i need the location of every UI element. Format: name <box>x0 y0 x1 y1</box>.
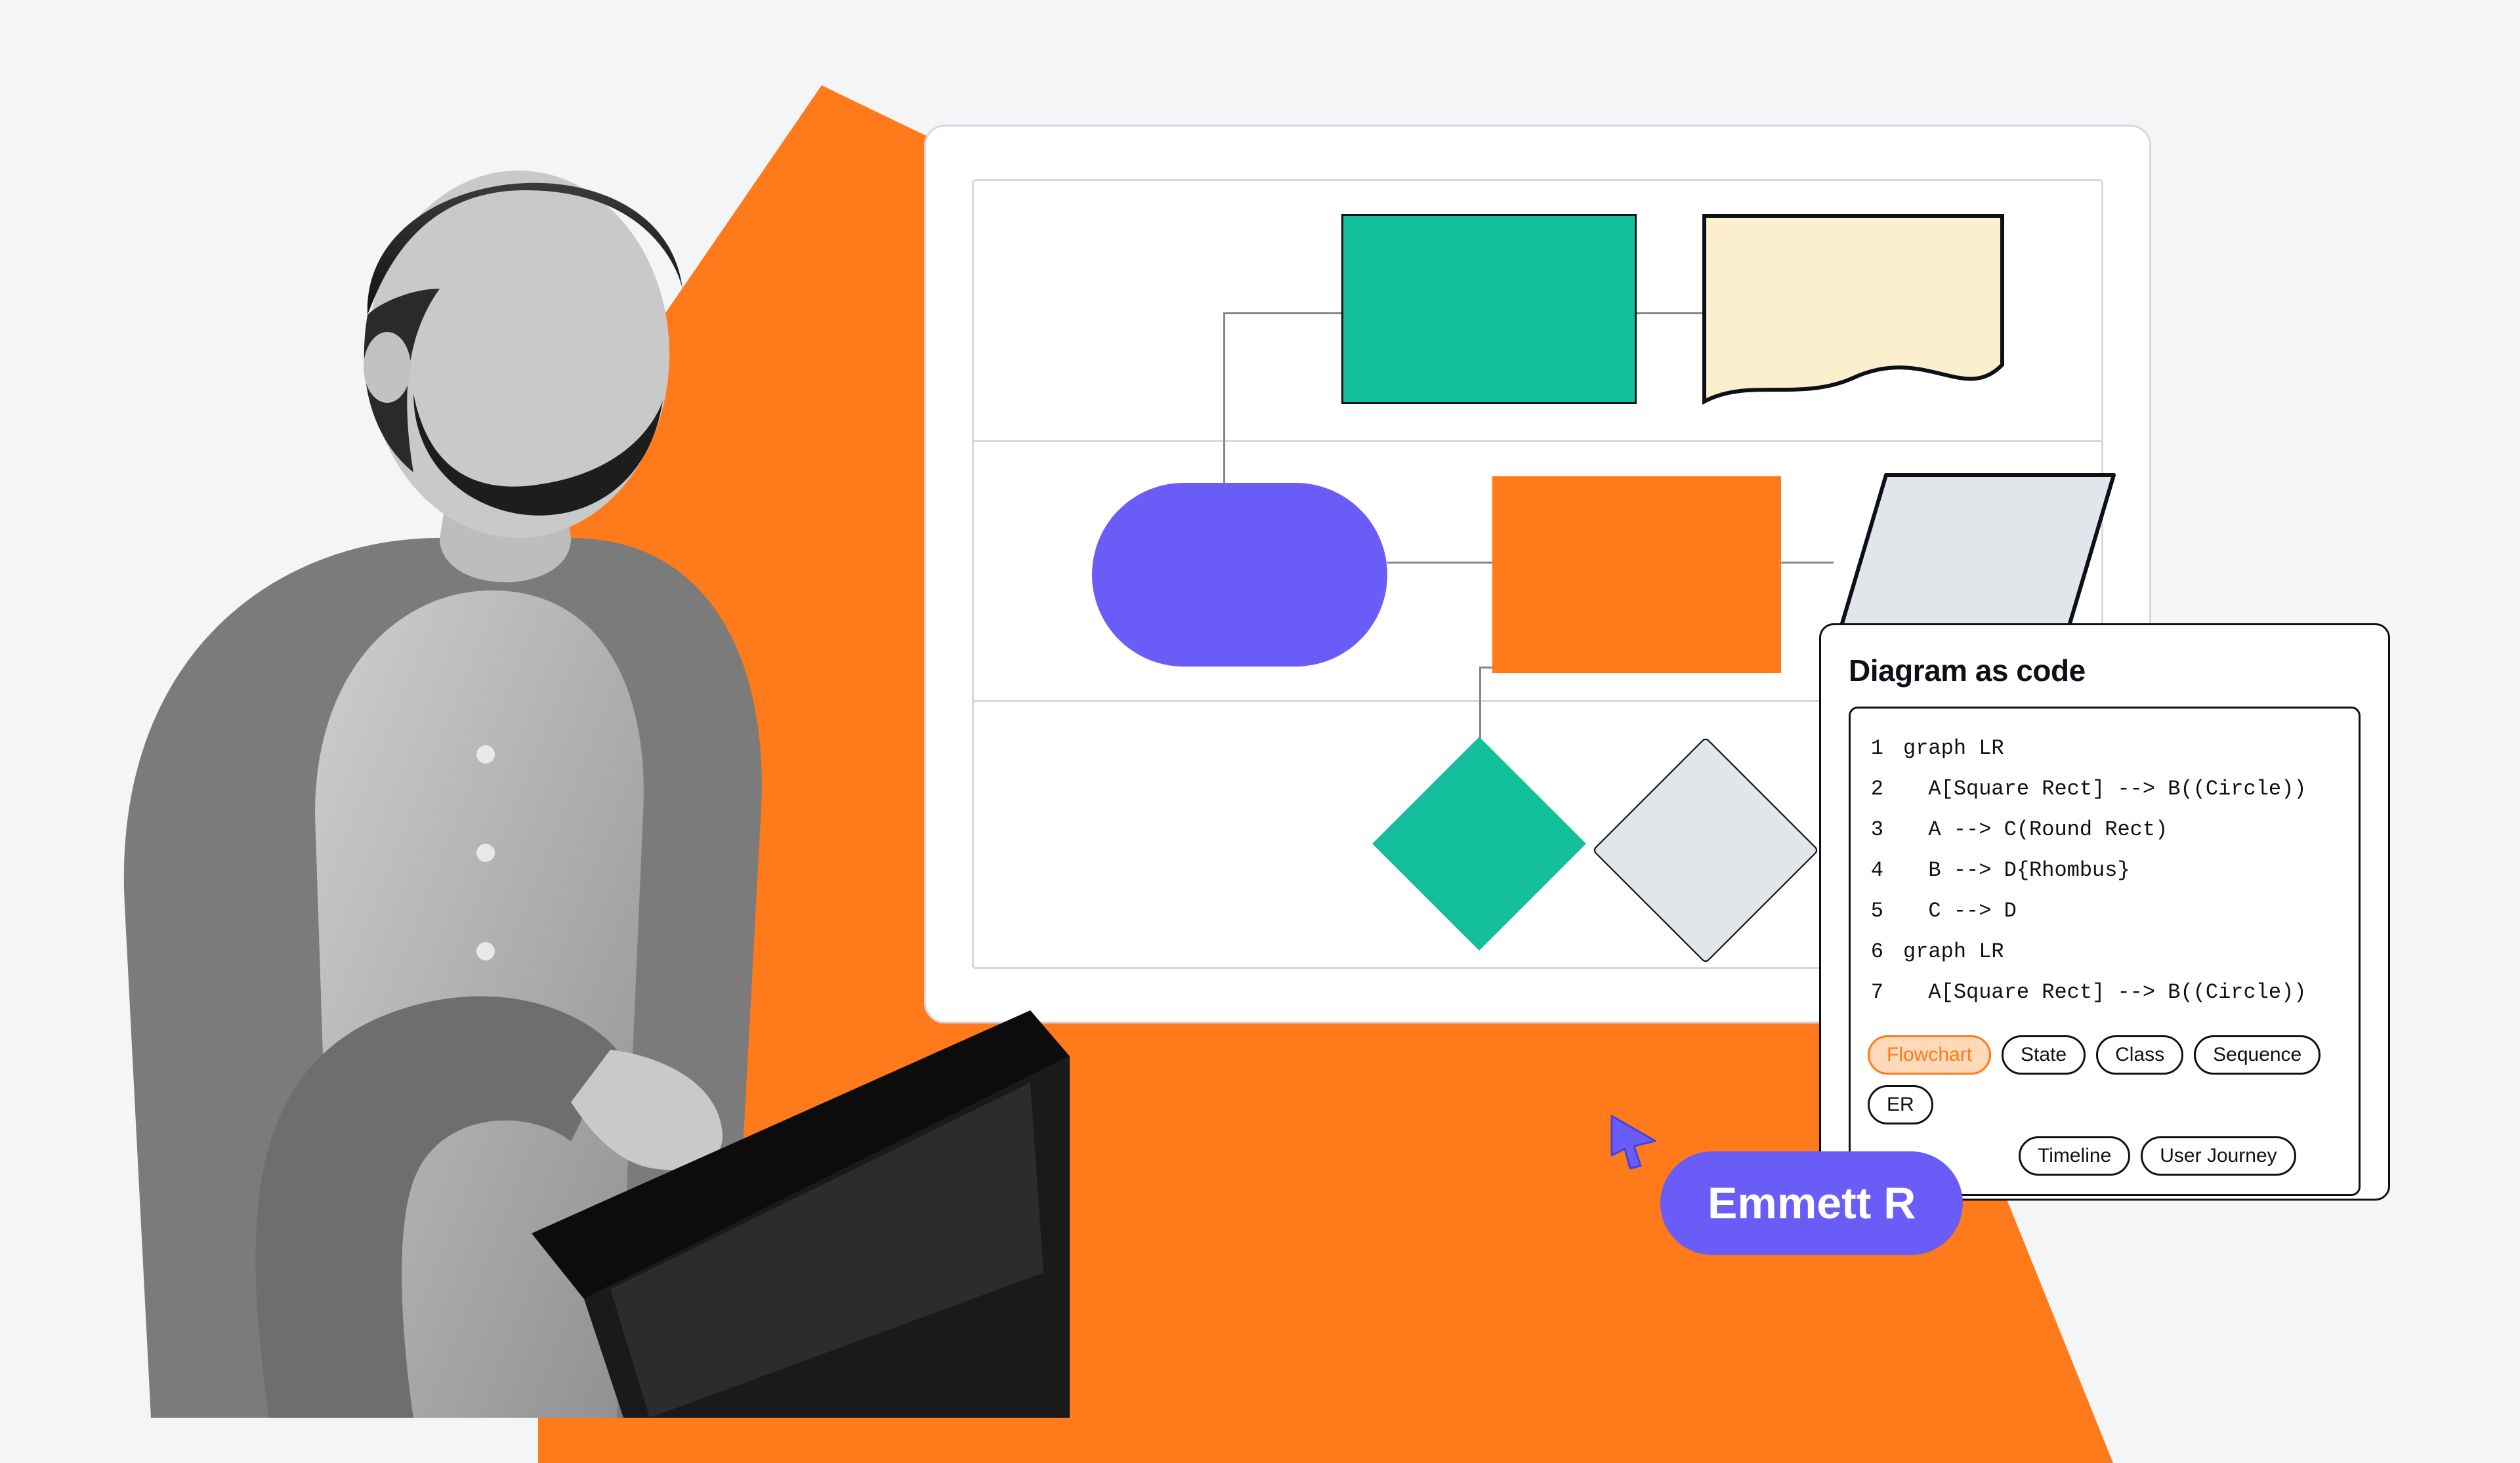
code-line[interactable]: 3 A --> C(Round Rect) <box>1868 810 2342 850</box>
shape-violet-rounded-rect[interactable] <box>1092 483 1387 667</box>
line-text: B --> D{Rhombus} <box>1903 860 2130 881</box>
chip-user-journey[interactable]: User Journey <box>2141 1136 2296 1176</box>
swimlane-divider <box>974 440 2101 442</box>
chip-er[interactable]: ER <box>1868 1085 1933 1124</box>
line-text: A[Square Rect] --> B((Circle)) <box>1903 982 2307 1003</box>
diagram-type-chip-row: Flowchart StateClass Sequence ER <box>1868 1035 2342 1124</box>
shape-teal-rectangle[interactable] <box>1341 214 1637 404</box>
chip-state[interactable]: State <box>2002 1035 2086 1075</box>
connector-line <box>1387 562 1499 564</box>
panel-title: Diagram as code <box>1849 653 2361 688</box>
line-number: 3 <box>1868 819 1883 840</box>
code-line[interactable]: 2 A[Square Rect] --> B((Circle)) <box>1868 769 2342 810</box>
line-number: 2 <box>1868 779 1883 800</box>
line-number: 7 <box>1868 982 1883 1003</box>
line-text: A[Square Rect] --> B((Circle)) <box>1903 779 2307 800</box>
line-text: graph LR <box>1903 738 2004 759</box>
line-text: graph LR <box>1903 941 2004 962</box>
chip-flowchart[interactable]: Flowchart <box>1868 1035 1991 1075</box>
diagram-as-code-panel: Diagram as code 1 graph LR 2 A[Square Rect… <box>1819 623 2390 1201</box>
code-line[interactable]: 1 graph LR <box>1868 728 2342 769</box>
code-line[interactable]: 7 A[Square Rect] --> B((Circle)) <box>1868 972 2342 1013</box>
shape-gray-rhombus[interactable] <box>1594 739 1817 962</box>
shape-cream-document[interactable] <box>1702 214 2004 411</box>
chip-class[interactable]: Class <box>2096 1035 2183 1075</box>
collaborator-name-pill: Emmett R <box>1660 1151 1963 1255</box>
chip-sequence[interactable]: Sequence <box>2194 1035 2320 1075</box>
shape-orange-rectangle[interactable] <box>1492 476 1781 673</box>
chip-timeline[interactable]: Timeline <box>2019 1136 2130 1176</box>
line-number: 4 <box>1868 860 1883 881</box>
code-line[interactable]: 4 B --> D{Rhombus} <box>1868 850 2342 891</box>
line-text: A --> C(Round Rect) <box>1903 819 2168 840</box>
code-line[interactable]: 5 C --> D <box>1868 891 2342 932</box>
connector-line <box>1637 312 1702 314</box>
code-editor[interactable]: 1 graph LR 2 A[Square Rect] --> B((Circle)… <box>1849 707 2361 1196</box>
person-with-laptop-illustration <box>72 118 1070 1418</box>
collaborator-cursor-icon <box>1608 1112 1659 1170</box>
line-number: 6 <box>1868 941 1883 962</box>
line-text: C --> D <box>1903 901 2017 922</box>
code-line[interactable]: 6 graph LR <box>1868 932 2342 972</box>
connector-line <box>1223 312 1348 314</box>
stage: Diagram as code 1 graph LR 2 A[Square Rect… <box>0 0 2520 1418</box>
line-number: 5 <box>1868 901 1883 922</box>
line-number: 1 <box>1868 738 1883 759</box>
shape-teal-rhombus[interactable] <box>1374 739 1584 949</box>
code-lines: 1 graph LR 2 A[Square Rect] --> B((Circle)… <box>1868 728 2342 1013</box>
